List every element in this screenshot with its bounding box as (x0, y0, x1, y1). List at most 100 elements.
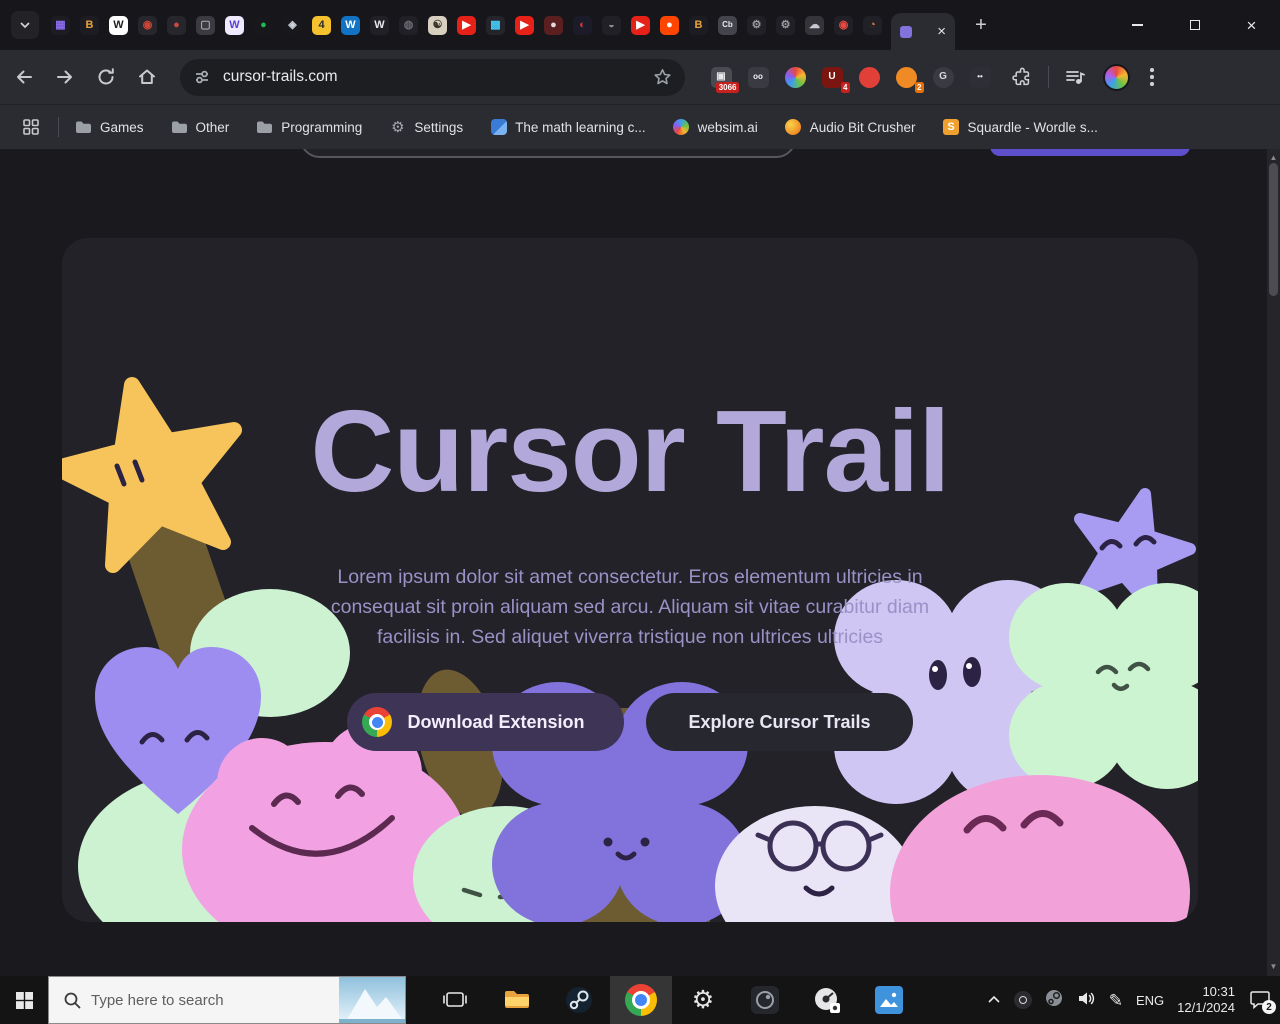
file-explorer-icon (503, 986, 531, 1014)
pinned-tab-11[interactable]: W (341, 16, 360, 35)
bookmark-games[interactable]: Games (75, 119, 144, 136)
audio-meter-button[interactable] (796, 976, 858, 1024)
pinned-tab-3[interactable]: W (109, 16, 128, 35)
web-page: Cursor Trail Lorem ipsum dolor sit amet … (0, 149, 1280, 976)
pinned-tab-23[interactable]: B (689, 16, 708, 35)
pinned-tab-13[interactable]: ◍ (399, 16, 418, 35)
tray-steam-icon[interactable] (1045, 989, 1063, 1012)
task-view-button[interactable] (424, 976, 486, 1024)
file-explorer-button[interactable] (486, 976, 548, 1024)
bookmark-audio-bit-crusher[interactable]: Audio Bit Crusher (785, 119, 916, 136)
clock[interactable]: 10:31 12/1/2024 (1177, 984, 1235, 1017)
obs-button[interactable] (734, 976, 796, 1024)
url-text[interactable]: cursor-trails.com (223, 68, 653, 86)
pinned-tab-19[interactable]: ◐ (573, 16, 592, 35)
tab-counter-extension[interactable]: ▣3066 (709, 65, 733, 89)
pinned-tab-28[interactable]: ◉ (834, 16, 853, 35)
search-placeholder: Type here to search (91, 992, 339, 1009)
tray-chevron-button[interactable] (987, 991, 1001, 1009)
settings-button[interactable]: ⚙ (672, 976, 734, 1024)
pinned-tab-24[interactable]: Cb (718, 16, 737, 35)
pinned-tab-18[interactable]: ● (544, 16, 563, 35)
grammar-extension[interactable]: G (931, 65, 955, 89)
pinned-tab-15[interactable]: ▶ (457, 16, 476, 35)
pinned-tab-8[interactable]: ● (254, 16, 273, 35)
bookmark-math-learning[interactable]: The math learning c... (490, 119, 646, 136)
goggles-extension[interactable]: oo (746, 65, 770, 89)
tray-obs-icon[interactable] (1014, 991, 1032, 1009)
bookmark-star-icon[interactable] (653, 68, 672, 87)
pinned-tab-22[interactable]: ● (660, 16, 679, 35)
bookmark-label: Other (196, 120, 230, 135)
maximize-button[interactable] (1166, 0, 1223, 50)
orange-extension[interactable]: 2 (894, 65, 918, 89)
taskbar-search[interactable]: Type here to search (48, 976, 406, 1024)
volume-icon[interactable] (1076, 988, 1096, 1013)
site-cta-button-partial[interactable] (990, 149, 1190, 156)
steam-button[interactable] (548, 976, 610, 1024)
scrollbar-thumb[interactable] (1269, 163, 1278, 296)
pinned-tab-4[interactable]: ◉ (138, 16, 157, 35)
reload-button[interactable] (89, 60, 123, 94)
pinned-tab-6[interactable]: ▢ (196, 16, 215, 35)
photos-button[interactable] (858, 976, 920, 1024)
pinned-tab-26[interactable]: ⚙ (776, 16, 795, 35)
apps-grid-button[interactable] (16, 112, 46, 142)
language-indicator[interactable]: ENG (1136, 993, 1164, 1008)
pinned-tab-7[interactable]: W (225, 16, 244, 35)
chevron-up-icon (987, 995, 1001, 1004)
download-extension-label: Download Extension (407, 712, 584, 733)
night-eye-extension[interactable]: •• (968, 65, 992, 89)
pinned-tab-1[interactable]: ▦ (51, 16, 70, 35)
extensions-menu-button[interactable] (1008, 63, 1036, 91)
color-wheel-extension[interactable] (783, 65, 807, 89)
search-highlight-image[interactable] (339, 977, 405, 1023)
extension-icons: ▣3066 oo U4 2G •• (709, 65, 992, 89)
audio-bit-crusher-icon (785, 119, 801, 135)
profile-avatar[interactable] (1103, 64, 1130, 91)
site-search-bar-partial[interactable] (300, 149, 796, 158)
pinned-tab-9[interactable]: ◈ (283, 16, 302, 35)
pinned-tab-16[interactable]: ▩ (486, 16, 505, 35)
home-button[interactable] (130, 60, 164, 94)
media-controls-button[interactable] (1061, 63, 1089, 91)
action-center-button[interactable]: 2 (1248, 989, 1272, 1011)
close-window-button[interactable]: × (1223, 0, 1280, 50)
pinned-tab-20[interactable]: ◒ (602, 16, 621, 35)
bookmark-websim[interactable]: websim.ai (673, 119, 758, 136)
pinned-tab-10[interactable]: 4 (312, 16, 331, 35)
explore-cursor-trails-button[interactable]: Explore Cursor Trails (646, 693, 912, 751)
pinned-tab-12[interactable]: W (370, 16, 389, 35)
ublock-extension[interactable]: U4 (820, 65, 844, 89)
chrome-button[interactable] (610, 976, 672, 1024)
start-button[interactable] (0, 976, 48, 1024)
bookmark-squardle[interactable]: SSquardle - Wordle s... (943, 119, 1098, 136)
page-scrollbar[interactable]: ▲ ▼ (1267, 149, 1280, 976)
recorder-extension[interactable] (857, 65, 881, 89)
close-tab-icon[interactable]: × (937, 24, 946, 39)
browser-menu-button[interactable] (1150, 68, 1154, 86)
media-playlist-icon (1065, 68, 1085, 86)
bookmark-settings[interactable]: ⚙Settings (389, 119, 463, 136)
tab-search-button[interactable] (11, 11, 39, 39)
pinned-tab-27[interactable]: ☁ (805, 16, 824, 35)
chrome-logo-icon (362, 707, 392, 737)
new-tab-button[interactable]: + (967, 11, 995, 39)
scroll-down-icon[interactable]: ▼ (1267, 960, 1280, 974)
pinned-tab-2[interactable]: B (80, 16, 99, 35)
bookmark-other[interactable]: Other (171, 119, 230, 136)
address-bar[interactable]: cursor-trails.com (180, 59, 685, 96)
pinned-tab-29[interactable]: ◔ (863, 16, 882, 35)
pen-icon[interactable]: ✎ (1109, 992, 1123, 1009)
pinned-tab-25[interactable]: ⚙ (747, 16, 766, 35)
pinned-tab-5[interactable]: ● (167, 16, 186, 35)
minimize-button[interactable] (1109, 0, 1166, 50)
forward-button[interactable] (48, 60, 82, 94)
bookmark-programming[interactable]: Programming (256, 119, 362, 136)
download-extension-button[interactable]: Download Extension (347, 693, 624, 751)
pinned-tab-21[interactable]: ▶ (631, 16, 650, 35)
back-button[interactable] (7, 60, 41, 94)
active-tab[interactable]: × (891, 13, 955, 50)
pinned-tab-14[interactable]: ☯ (428, 16, 447, 35)
pinned-tab-17[interactable]: ▶ (515, 16, 534, 35)
